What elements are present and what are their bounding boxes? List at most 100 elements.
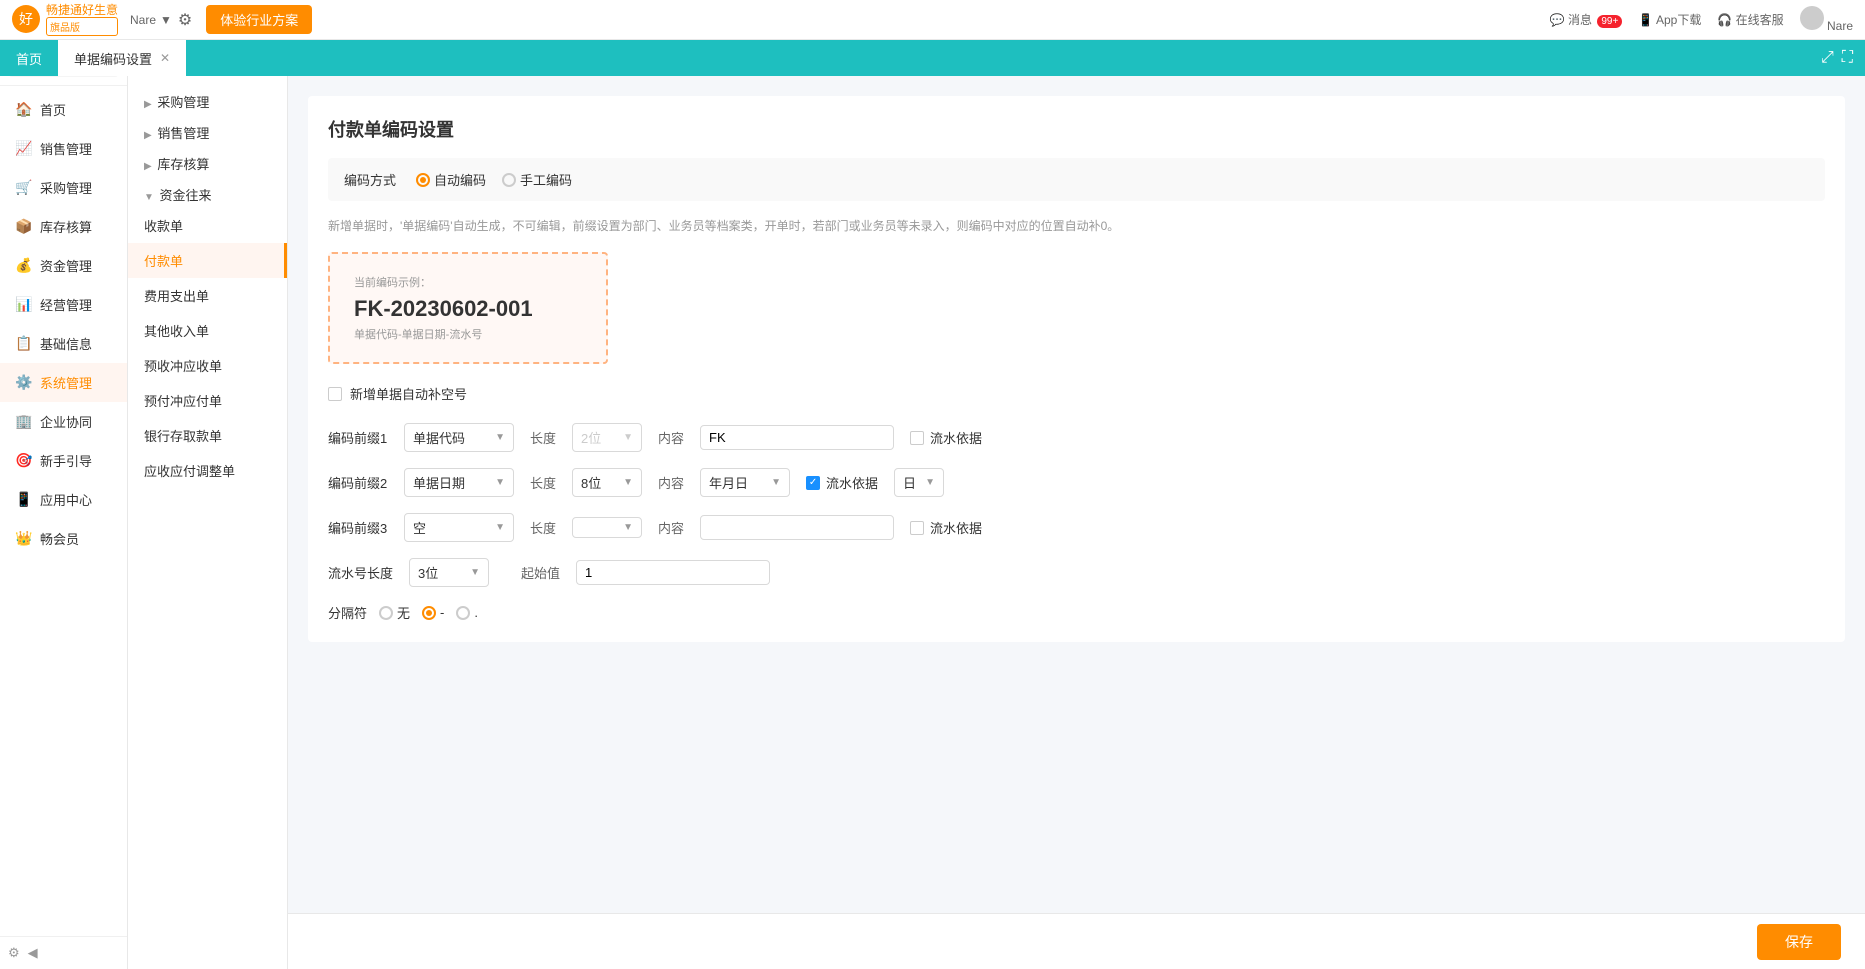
chevron-down-icon: ▼ (495, 432, 505, 443)
enterprise-icon: 🏢 (16, 414, 32, 430)
tab-expand-icon[interactable]: ⤢ (1821, 49, 1834, 67)
page-title: 付款单编码设置 (328, 116, 1825, 142)
encode-method-label: 编码方式 (344, 170, 396, 189)
sub-item-other-income[interactable]: 其他收入单 (128, 313, 287, 348)
message-area[interactable]: 💬 消息 99+ (1550, 11, 1623, 28)
sales-icon: 📈 (16, 141, 32, 157)
prefix1-length-select[interactable]: 2位 ▼ (572, 423, 642, 452)
logo-text: 畅捷通好生意 旗品版 (46, 3, 118, 36)
chevron-down-icon: ▼ (771, 477, 781, 488)
home-icon: 🏠 (16, 102, 32, 118)
industry-btn[interactable]: 体验行业方案 (206, 5, 312, 34)
tab-bar-actions: ⤢ ⛶ (1821, 49, 1865, 67)
sub-group-finance[interactable]: ▼ 资金往来 (128, 177, 287, 208)
prefix3-row: 编码前缀3 空 ▼ 长度 ▼ 内容 流水依据 (328, 513, 1825, 542)
prefix1-length-label: 长度 (530, 428, 556, 447)
serial-length-label: 流水号长度 (328, 563, 393, 582)
sidebar-item-system[interactable]: ⚙️ 系统管理 (0, 363, 127, 402)
sidebar-item-member[interactable]: 👑 畅会员 (0, 519, 127, 558)
radio-auto-code[interactable]: 自动编码 (416, 170, 486, 189)
prefix2-serial-area: ✓ 流水依据 (806, 473, 878, 492)
settings-icon[interactable]: ⚙ (178, 10, 192, 30)
chevron-down-icon: ▼ (623, 432, 633, 443)
chevron-down-icon: ▼ (495, 477, 505, 488)
prefix2-serial-checkbox[interactable]: ✓ (806, 476, 820, 490)
prefix1-select[interactable]: 单据代码 ▼ (404, 423, 514, 452)
start-value-label: 起始值 (521, 563, 560, 582)
tab-home[interactable]: 首页 (0, 40, 58, 76)
autofill-checkbox[interactable] (328, 387, 342, 401)
sidebar-item-basic[interactable]: 📋 基础信息 (0, 324, 127, 363)
prefix1-row: 编码前缀1 单据代码 ▼ 长度 2位 ▼ 内容 流水依据 (328, 423, 1825, 452)
footer-settings-icon[interactable]: ⚙ (8, 945, 20, 961)
prefix3-length-select[interactable]: ▼ (572, 517, 642, 538)
prefix3-serial-checkbox[interactable] (910, 521, 924, 535)
chevron-down-icon: ▼ (925, 477, 935, 488)
message-icon: 💬 (1550, 13, 1565, 27)
separator-dot[interactable]: . (456, 605, 478, 620)
radio-manual-circle (502, 173, 516, 187)
tab-fullscreen-icon[interactable]: ⛶ (1842, 49, 1853, 67)
prefix1-content-input[interactable] (700, 425, 894, 450)
prefix3-content-input[interactable] (700, 515, 894, 540)
save-button[interactable]: 保存 (1757, 924, 1841, 960)
footer-collapse-icon[interactable]: ◀ (28, 945, 38, 961)
sidebar-item-inventory[interactable]: 📦 库存核算 (0, 207, 127, 246)
sidebar-item-purchase[interactable]: 🛒 采购管理 (0, 168, 127, 207)
sub-item-payment[interactable]: 付款单 (128, 243, 287, 278)
prefix1-label: 编码前缀1 (328, 428, 388, 447)
sub-item-prepay-payable[interactable]: 预付冲应付单 (128, 383, 287, 418)
radio-manual-code[interactable]: 手工编码 (502, 170, 572, 189)
prefix1-serial-checkbox[interactable] (910, 431, 924, 445)
radio-auto-circle (416, 173, 430, 187)
prefix2-select[interactable]: 单据日期 ▼ (404, 468, 514, 497)
system-icon: ⚙️ (16, 375, 32, 391)
prefix2-content-select[interactable]: 年月日 ▼ (700, 468, 790, 497)
tab-document-code[interactable]: 单据编码设置 ✕ (58, 40, 186, 76)
radio-group: 自动编码 手工编码 (416, 170, 572, 189)
chevron-down-icon: ▼ (623, 477, 633, 488)
autofill-row: 新增单据自动补空号 (328, 384, 1825, 403)
sidebar-footer: ⚙ ◀ (0, 936, 127, 969)
serial-length-select[interactable]: 3位 ▼ (409, 558, 489, 587)
separator-dash[interactable]: - (422, 605, 444, 620)
prefix2-serial-unit-select[interactable]: 日 ▼ (894, 468, 944, 497)
sub-item-prepay-receivable[interactable]: 预收冲应收单 (128, 348, 287, 383)
radio-none-circle (379, 606, 393, 620)
prefix2-row: 编码前缀2 单据日期 ▼ 长度 8位 ▼ 内容 年月日 ▼ ✓ 流水依据 日 ▼ (328, 468, 1825, 497)
prefix3-content-label: 内容 (658, 518, 684, 537)
sub-item-receipt[interactable]: 收款单 (128, 208, 287, 243)
headset-icon: 🎧 (1717, 13, 1732, 27)
sub-item-adjust[interactable]: 应收应付调整单 (128, 453, 287, 488)
sub-group-inventory[interactable]: ▶ 库存核算 (128, 146, 287, 177)
sub-item-expense[interactable]: 费用支出单 (128, 278, 287, 313)
sub-group-sales[interactable]: ▶ 销售管理 (128, 115, 287, 146)
sidebar-item-sales[interactable]: 📈 销售管理 (0, 129, 127, 168)
sidebar-item-enterprise[interactable]: 🏢 企业协同 (0, 402, 127, 441)
start-value-input[interactable] (576, 560, 770, 585)
tab-close-icon[interactable]: ✕ (160, 51, 170, 65)
logo-icon: 好 (12, 5, 40, 33)
prefix2-label: 编码前缀2 (328, 473, 388, 492)
code-preview-box: 当前编码示例： FK-20230602-001 单据代码-单据日期-流水号 (328, 252, 608, 364)
bottom-bar: 保存 (288, 913, 1865, 969)
app-download[interactable]: 📱 App下载 (1638, 11, 1701, 28)
separator-none[interactable]: 无 (379, 603, 410, 622)
sidebar-item-finance[interactable]: 💰 资金管理 (0, 246, 127, 285)
radio-dot-circle (456, 606, 470, 620)
sidebar-item-appcenter[interactable]: 📱 应用中心 (0, 480, 127, 519)
chevron-down-icon: ▼ (623, 522, 633, 533)
sidebar-item-operation[interactable]: 📊 经营管理 (0, 285, 127, 324)
prefix3-select[interactable]: 空 ▼ (404, 513, 514, 542)
nav-dropdown[interactable]: Nare ▼ (130, 13, 172, 27)
code-preview-value: FK-20230602-001 (354, 296, 582, 322)
sub-group-purchase[interactable]: ▶ 采购管理 (128, 84, 287, 115)
sidebar-item-home[interactable]: 🏠 首页 (0, 90, 127, 129)
user-area[interactable]: Nare (1800, 6, 1853, 33)
prefix2-length-select[interactable]: 8位 ▼ (572, 468, 642, 497)
prefix1-content-label: 内容 (658, 428, 684, 447)
online-service[interactable]: 🎧 在线客服 (1717, 11, 1783, 28)
sub-item-bank[interactable]: 银行存取款单 (128, 418, 287, 453)
code-preview-title: 当前编码示例： (354, 274, 582, 290)
sidebar-item-newguide[interactable]: 🎯 新手引导 (0, 441, 127, 480)
